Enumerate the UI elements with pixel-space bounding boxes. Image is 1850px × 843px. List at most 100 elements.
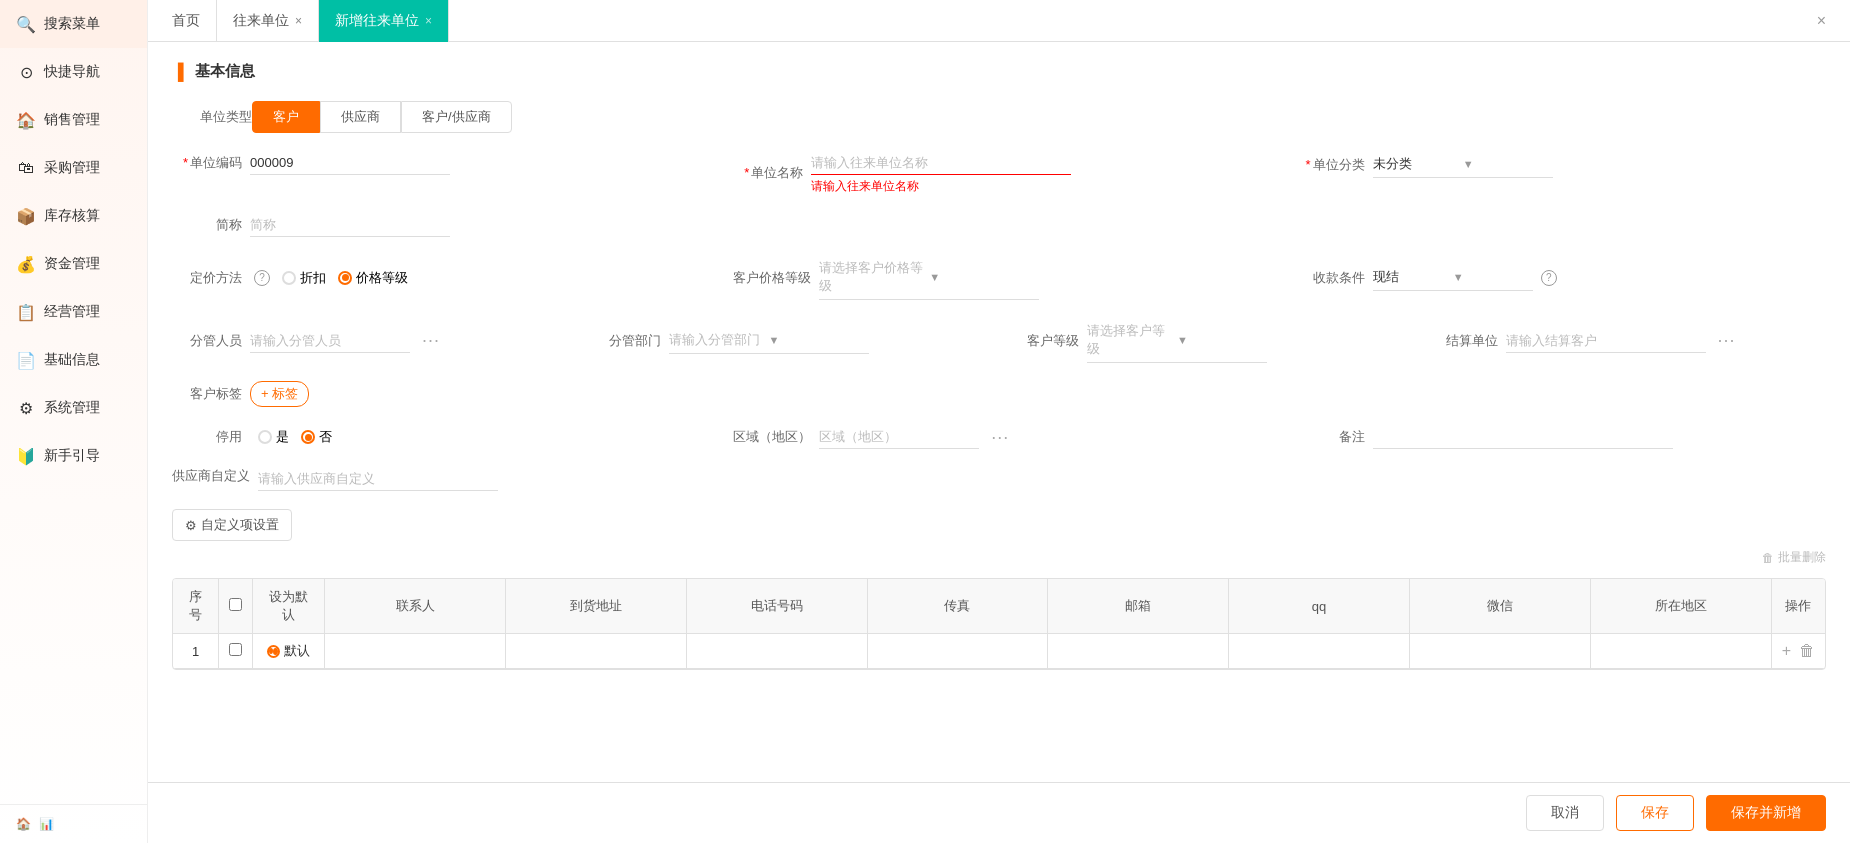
payment-terms-select[interactable]: 现结 ▼ (1373, 264, 1533, 291)
custom-settings-button[interactable]: ⚙ 自定义项设置 (172, 509, 292, 541)
contact-table: 序号 设为默认 联系人 到货地址 电话号码 传真 邮箱 qq 微信 所在地区 操… (172, 578, 1826, 670)
sidebar-home-icon[interactable]: 🏠 (16, 817, 31, 831)
supplier-custom-label: 供应商自定义 (172, 467, 250, 485)
notes-label: 备注 (1295, 428, 1365, 446)
contact-input[interactable] (335, 644, 495, 659)
row-delete-btn[interactable]: 🗑 (1799, 642, 1815, 660)
address-input[interactable] (516, 644, 676, 659)
fax-input[interactable] (878, 644, 1038, 659)
unit-type-supplier[interactable]: 供应商 (320, 101, 401, 133)
payment-help-icon[interactable]: ? (1541, 270, 1557, 286)
cell-phone[interactable] (686, 634, 867, 669)
supplier-custom-input[interactable] (258, 467, 498, 491)
cell-qq[interactable] (1229, 634, 1410, 669)
disable-no[interactable]: 否 (301, 428, 332, 446)
col-contact: 联系人 (325, 579, 506, 634)
unit-type-label: 单位类型 (172, 108, 252, 126)
short-name-input[interactable] (250, 213, 450, 237)
unit-type-group: 客户 供应商 客户/供应商 (252, 101, 512, 133)
search-icon: 🔍 (16, 14, 36, 34)
sidebar-item-inventory[interactable]: 📦 库存核算 (0, 192, 147, 240)
manager-more-btn[interactable]: ··· (422, 330, 440, 351)
unit-type-both[interactable]: 客户/供应商 (401, 101, 512, 133)
cell-action: + 🗑 (1771, 634, 1825, 669)
row-supplier-custom: 供应商自定义 (172, 467, 1826, 491)
department-select[interactable]: 请输入分管部门 ▼ (669, 327, 869, 354)
sidebar-item-quick-nav[interactable]: ⊙ 快捷导航 (0, 48, 147, 96)
region-cell-input[interactable] (1601, 644, 1761, 659)
notes-input[interactable] (1373, 425, 1673, 449)
sidebar-item-sales[interactable]: 🏠 销售管理 (0, 96, 147, 144)
tab-partners[interactable]: 往来单位 × (217, 0, 319, 42)
sidebar-stats-icon[interactable]: 📊 (39, 817, 54, 831)
tabs-close-all[interactable]: × (1801, 12, 1842, 30)
sidebar-item-guide[interactable]: 🔰 新手引导 (0, 432, 147, 480)
region-input[interactable] (819, 425, 979, 449)
pricing-help-icon[interactable]: ? (254, 270, 270, 286)
department-field: 分管部门 请输入分管部门 ▼ (591, 327, 990, 354)
department-arrow: ▼ (769, 334, 869, 346)
unit-name-input[interactable] (811, 151, 1071, 175)
cell-checkbox (219, 634, 253, 669)
email-input[interactable] (1058, 644, 1218, 659)
sidebar-item-operations[interactable]: 📋 经营管理 (0, 288, 147, 336)
disable-field: 停用 是 否 (172, 428, 703, 446)
tab-new-partner-close[interactable]: × (425, 15, 432, 27)
operations-icon: 📋 (16, 302, 36, 322)
footer: 取消 保存 保存并新增 (148, 782, 1850, 843)
col-seq: 序号 (173, 579, 219, 634)
default-radio[interactable] (267, 645, 280, 658)
unit-name-field: 单位名称 请输入往来单位名称 (733, 151, 1264, 195)
save-new-button[interactable]: 保存并新增 (1706, 795, 1826, 831)
manager-input[interactable] (250, 329, 410, 353)
unit-code-input[interactable] (250, 151, 450, 175)
tab-home[interactable]: 首页 (156, 0, 217, 42)
unit-type-customer[interactable]: 客户 (252, 101, 320, 133)
cell-email[interactable] (1048, 634, 1229, 669)
qq-input[interactable] (1239, 644, 1399, 659)
short-name-field: 简称 (172, 213, 1826, 237)
settlement-more-btn[interactable]: ··· (1718, 330, 1736, 351)
select-all-checkbox[interactable] (229, 598, 242, 611)
tab-new-partner-label: 新增往来单位 (335, 12, 419, 30)
system-icon: ⚙ (16, 398, 36, 418)
sidebar-item-search[interactable]: 🔍 搜索菜单 (0, 0, 147, 48)
customer-price-level-select[interactable]: 请选择客户价格等级 ▼ (819, 255, 1039, 300)
cancel-button[interactable]: 取消 (1526, 795, 1604, 831)
row-checkbox[interactable] (229, 643, 242, 656)
batch-delete-btn[interactable]: 🗑 批量删除 (172, 549, 1826, 566)
row-add-btn[interactable]: + (1782, 642, 1791, 660)
cell-region[interactable] (1590, 634, 1771, 669)
sidebar-item-basic-info[interactable]: 📄 基础信息 (0, 336, 147, 384)
sidebar-label-purchase: 采购管理 (44, 159, 100, 177)
tab-new-partner[interactable]: 新增往来单位 × (319, 0, 449, 42)
settlement-unit-input[interactable] (1506, 329, 1706, 353)
unit-category-select[interactable]: 未分类 ▼ (1373, 151, 1553, 178)
tab-partners-close[interactable]: × (295, 15, 302, 27)
customer-level-select[interactable]: 请选择客户等级 ▼ (1087, 318, 1267, 363)
col-wechat: 微信 (1410, 579, 1591, 634)
sidebar-bottom: 🏠 📊 (0, 804, 147, 843)
cell-address[interactable] (505, 634, 686, 669)
col-qq: qq (1229, 579, 1410, 634)
batch-delete-icon: 🗑 (1762, 551, 1774, 565)
row-pricing: 定价方法 ? 折扣 价格等级 客户价格等级 请选择客户价格等级 (172, 255, 1826, 300)
disable-yes[interactable]: 是 (258, 428, 289, 446)
save-button[interactable]: 保存 (1616, 795, 1694, 831)
cell-contact[interactable] (325, 634, 506, 669)
region-more-btn[interactable]: ··· (991, 427, 1009, 448)
sidebar-item-finance[interactable]: 💰 资金管理 (0, 240, 147, 288)
wechat-input[interactable] (1420, 644, 1580, 659)
disable-no-circle (301, 430, 315, 444)
pricing-level[interactable]: 价格等级 (338, 269, 408, 287)
pricing-discount[interactable]: 折扣 (282, 269, 326, 287)
inventory-icon: 📦 (16, 206, 36, 226)
cell-wechat[interactable] (1410, 634, 1591, 669)
cell-fax[interactable] (867, 634, 1048, 669)
guide-icon: 🔰 (16, 446, 36, 466)
add-tag-btn[interactable]: + 标签 (250, 381, 309, 407)
sidebar-item-system[interactable]: ⚙ 系统管理 (0, 384, 147, 432)
unit-category-label: 单位分类 (1295, 156, 1365, 174)
sidebar-item-purchase[interactable]: 🛍 采购管理 (0, 144, 147, 192)
phone-input[interactable] (697, 644, 857, 659)
